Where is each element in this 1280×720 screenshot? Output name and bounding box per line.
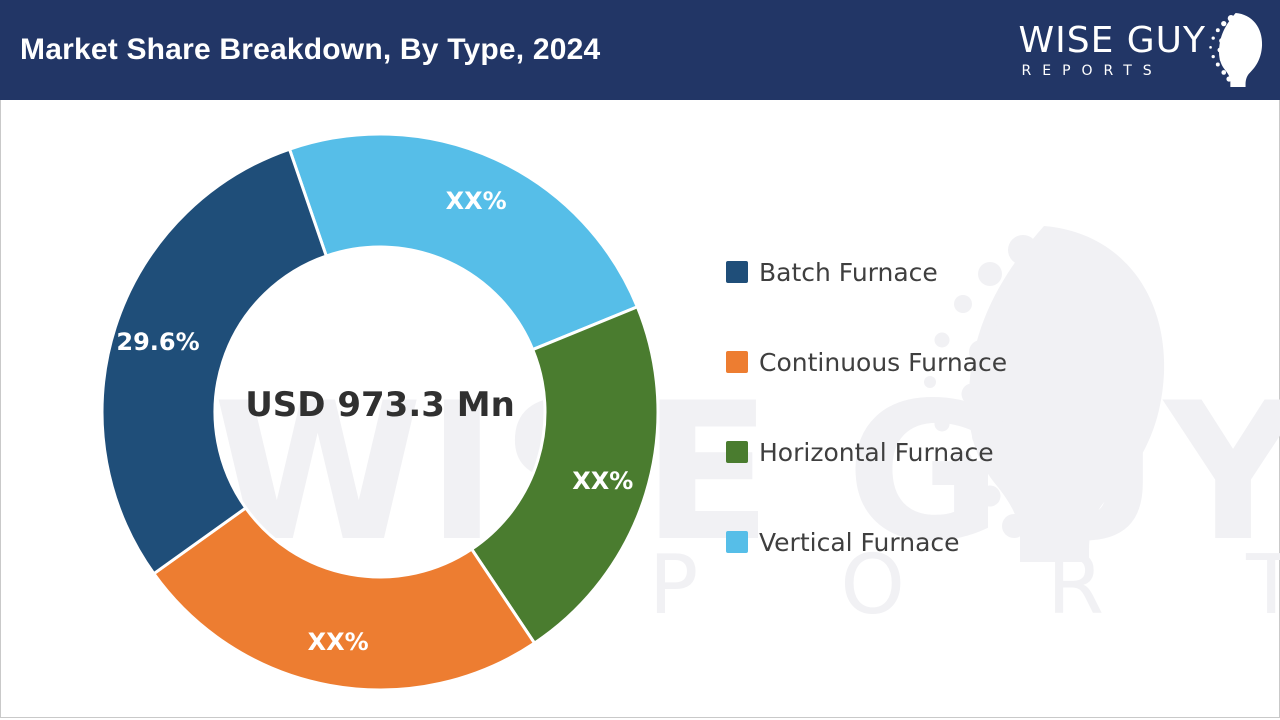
- chart-center-value: USD 973.3 Mn: [245, 385, 515, 425]
- header-bar: Market Share Breakdown, By Type, 2024 WI…: [0, 0, 1280, 100]
- donut-segment-continuous-furnace: [151, 505, 537, 692]
- legend-item-continuous-furnace: Continuous Furnace: [726, 317, 1007, 407]
- report-page: Market Share Breakdown, By Type, 2024 WI…: [0, 0, 1280, 720]
- page-title: Market Share Breakdown, By Type, 2024: [20, 33, 601, 66]
- segment-value-label: 29.6%: [116, 328, 199, 356]
- brand-head-icon: [1209, 13, 1263, 87]
- legend-item-vertical-furnace: Vertical Furnace: [726, 497, 1007, 587]
- legend-swatch-horizontal-furnace: [726, 441, 748, 463]
- legend-label: Continuous Furnace: [759, 347, 1008, 377]
- chart-legend: Batch Furnace Continuous Furnace Horizon…: [726, 227, 1007, 587]
- segment-value-label: XX%: [572, 467, 633, 495]
- legend-swatch-vertical-furnace: [726, 531, 748, 553]
- brand-subname: REPORTS: [1021, 62, 1163, 79]
- legend-label: Batch Furnace: [759, 257, 938, 287]
- legend-item-horizontal-furnace: Horizontal Furnace: [726, 407, 1007, 497]
- brand-name: WISE GUY: [1018, 19, 1206, 61]
- donut-segment-vertical-furnace: [287, 132, 640, 352]
- legend-label: Vertical Furnace: [759, 527, 960, 557]
- legend-swatch-batch-furnace: [726, 261, 748, 283]
- segment-value-label: XX%: [308, 628, 369, 656]
- legend-label: Horizontal Furnace: [759, 437, 994, 467]
- brand-logo-text: WISE GUY REPORTS: [1018, 19, 1207, 79]
- segment-value-label: XX%: [446, 187, 507, 215]
- legend-item-batch-furnace: Batch Furnace: [726, 227, 1007, 317]
- donut-segment-batch-furnace: [100, 147, 329, 576]
- brand-logo: WISE GUY REPORTS: [1019, 13, 1267, 87]
- legend-swatch-continuous-furnace: [726, 351, 748, 373]
